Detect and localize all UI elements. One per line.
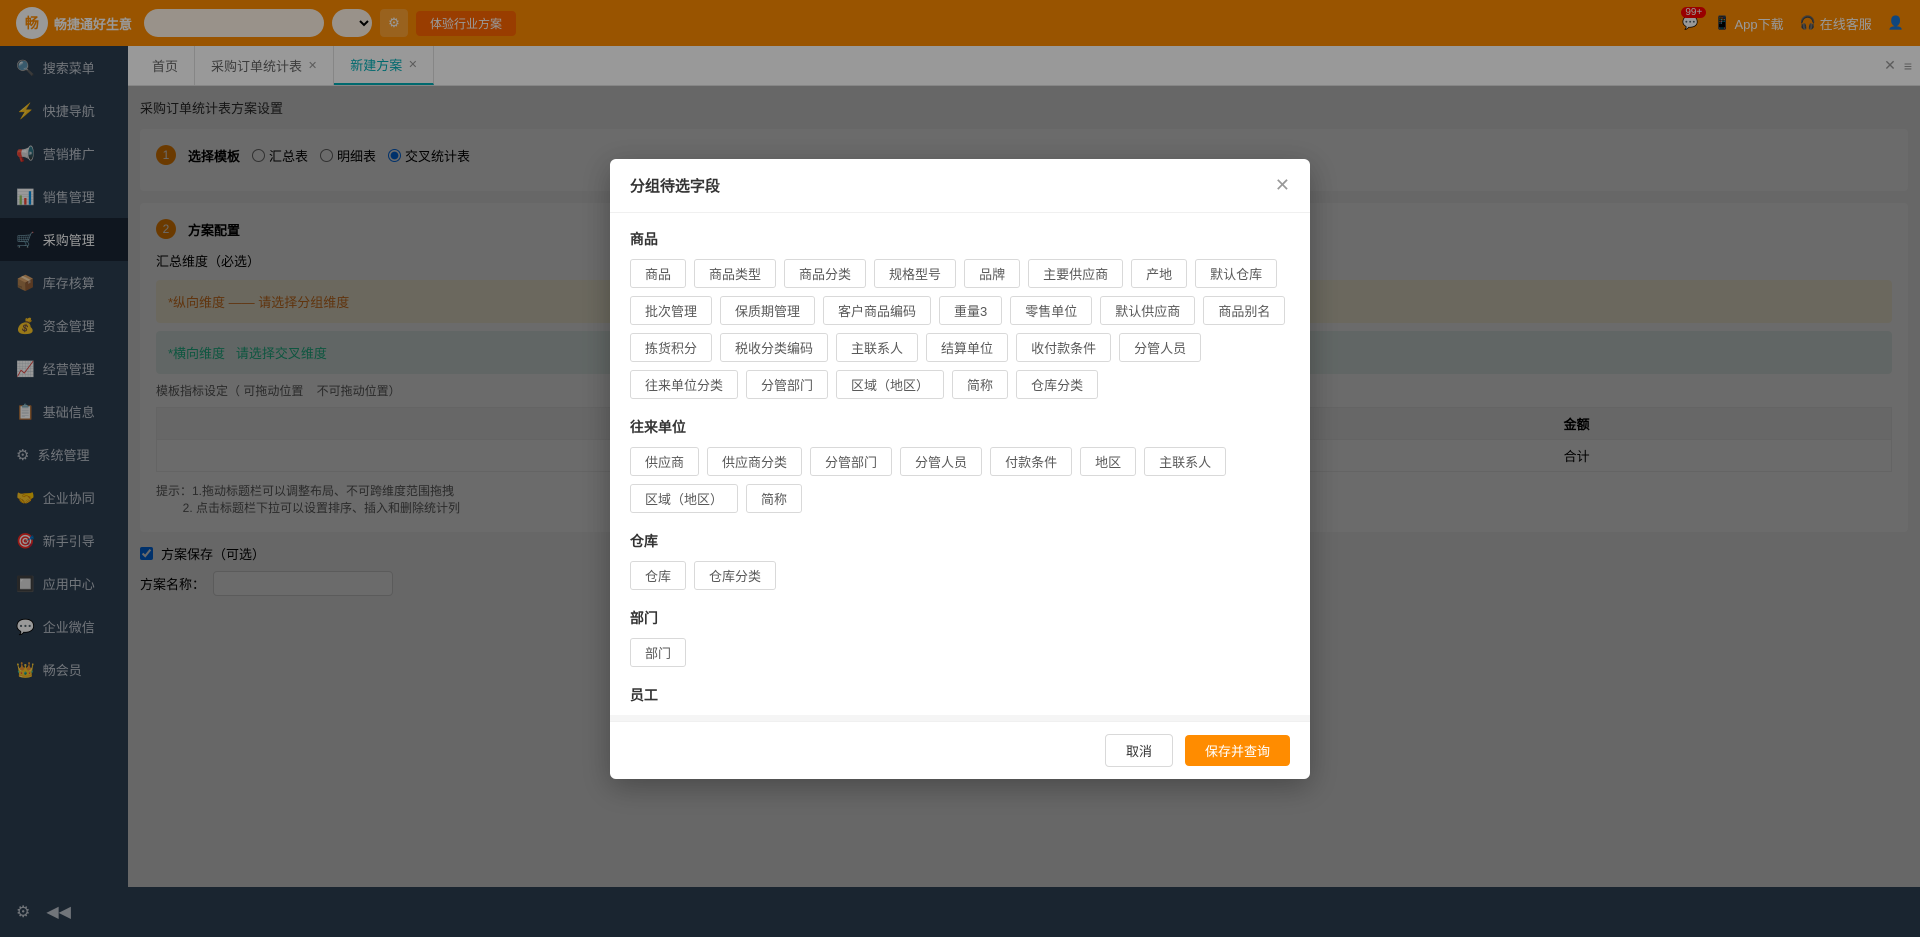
modal-header: 分组待选字段 ✕	[610, 159, 1310, 213]
modal-title: 分组待选字段	[630, 175, 720, 196]
field-tag[interactable]: 客户商品编码	[823, 296, 931, 325]
field-tag[interactable]: 往来单位分类	[630, 370, 738, 399]
field-tags-warehouse: 仓库 仓库分类	[630, 561, 1290, 590]
field-section-employee: 员工 业务员	[630, 685, 1290, 718]
field-section-partner: 往来单位 供应商 供应商分类 分管部门 分管人员 付款条件 地区 主联系人 区域…	[630, 417, 1290, 513]
field-tag[interactable]: 结算单位	[926, 333, 1008, 362]
field-tag[interactable]: 保质期管理	[720, 296, 815, 325]
field-tag[interactable]: 零售单位	[1010, 296, 1092, 325]
field-tag[interactable]: 默认供应商	[1100, 296, 1195, 325]
field-tag[interactable]: 仓库分类	[1016, 370, 1098, 399]
field-tag[interactable]: 分管部门	[746, 370, 828, 399]
field-tag[interactable]: 供应商	[630, 447, 699, 476]
field-tag[interactable]: 区域（地区）	[630, 484, 738, 513]
field-tag[interactable]: 部门	[630, 638, 686, 667]
modal-body[interactable]: 商品 商品 商品类型 商品分类 规格型号 品牌 主要供应商 产地 默认仓库 批次…	[610, 213, 1310, 718]
field-section-goods: 商品 商品 商品类型 商品分类 规格型号 品牌 主要供应商 产地 默认仓库 批次…	[630, 229, 1290, 399]
field-tag[interactable]: 分管部门	[810, 447, 892, 476]
field-tag[interactable]: 规格型号	[874, 259, 956, 288]
field-tags-department: 部门	[630, 638, 1290, 667]
field-tag[interactable]: 主要供应商	[1028, 259, 1123, 288]
confirm-button[interactable]: 保存并查询	[1185, 735, 1290, 766]
section-title-employee: 员工	[630, 685, 1290, 705]
field-tag[interactable]: 简称	[952, 370, 1008, 399]
section-title-goods: 商品	[630, 229, 1290, 249]
field-tag[interactable]: 商品别名	[1203, 296, 1285, 325]
section-title-warehouse: 仓库	[630, 531, 1290, 551]
field-tag[interactable]: 商品	[630, 259, 686, 288]
field-tag[interactable]: 批次管理	[630, 296, 712, 325]
field-tag[interactable]: 仓库	[630, 561, 686, 590]
field-tag[interactable]: 产地	[1131, 259, 1187, 288]
field-tag[interactable]: 默认仓库	[1195, 259, 1277, 288]
field-section-department: 部门 部门	[630, 608, 1290, 667]
field-tag[interactable]: 主联系人	[836, 333, 918, 362]
cancel-button[interactable]: 取消	[1105, 734, 1173, 767]
section-title-partner: 往来单位	[630, 417, 1290, 437]
field-tag[interactable]: 主联系人	[1144, 447, 1226, 476]
field-select-modal: 分组待选字段 ✕ 商品 商品 商品类型 商品分类 规格型号 品牌 主要供应商 产…	[610, 159, 1310, 779]
modal-overlay: 分组待选字段 ✕ 商品 商品 商品类型 商品分类 规格型号 品牌 主要供应商 产…	[0, 0, 1920, 937]
field-tag[interactable]: 商品类型	[694, 259, 776, 288]
field-tag[interactable]: 收付款条件	[1016, 333, 1111, 362]
field-tag[interactable]: 供应商分类	[707, 447, 802, 476]
field-tag[interactable]: 重量3	[939, 296, 1002, 325]
field-tag[interactable]: 分管人员	[1119, 333, 1201, 362]
field-tag[interactable]: 拣货积分	[630, 333, 712, 362]
field-tag[interactable]: 仓库分类	[694, 561, 776, 590]
modal-footer: 取消 保存并查询	[610, 721, 1310, 779]
field-tag[interactable]: 地区	[1080, 447, 1136, 476]
field-tag[interactable]: 付款条件	[990, 447, 1072, 476]
modal-close-button[interactable]: ✕	[1275, 176, 1290, 194]
field-section-warehouse: 仓库 仓库 仓库分类	[630, 531, 1290, 590]
field-tag[interactable]: 税收分类编码	[720, 333, 828, 362]
field-tags-partner: 供应商 供应商分类 分管部门 分管人员 付款条件 地区 主联系人 区域（地区） …	[630, 447, 1290, 513]
field-tag[interactable]: 区域（地区）	[836, 370, 944, 399]
field-tags-goods: 商品 商品类型 商品分类 规格型号 品牌 主要供应商 产地 默认仓库 批次管理 …	[630, 259, 1290, 399]
field-tag[interactable]: 商品分类	[784, 259, 866, 288]
field-tag[interactable]: 简称	[746, 484, 802, 513]
field-tag[interactable]: 分管人员	[900, 447, 982, 476]
field-tag[interactable]: 品牌	[964, 259, 1020, 288]
section-title-department: 部门	[630, 608, 1290, 628]
